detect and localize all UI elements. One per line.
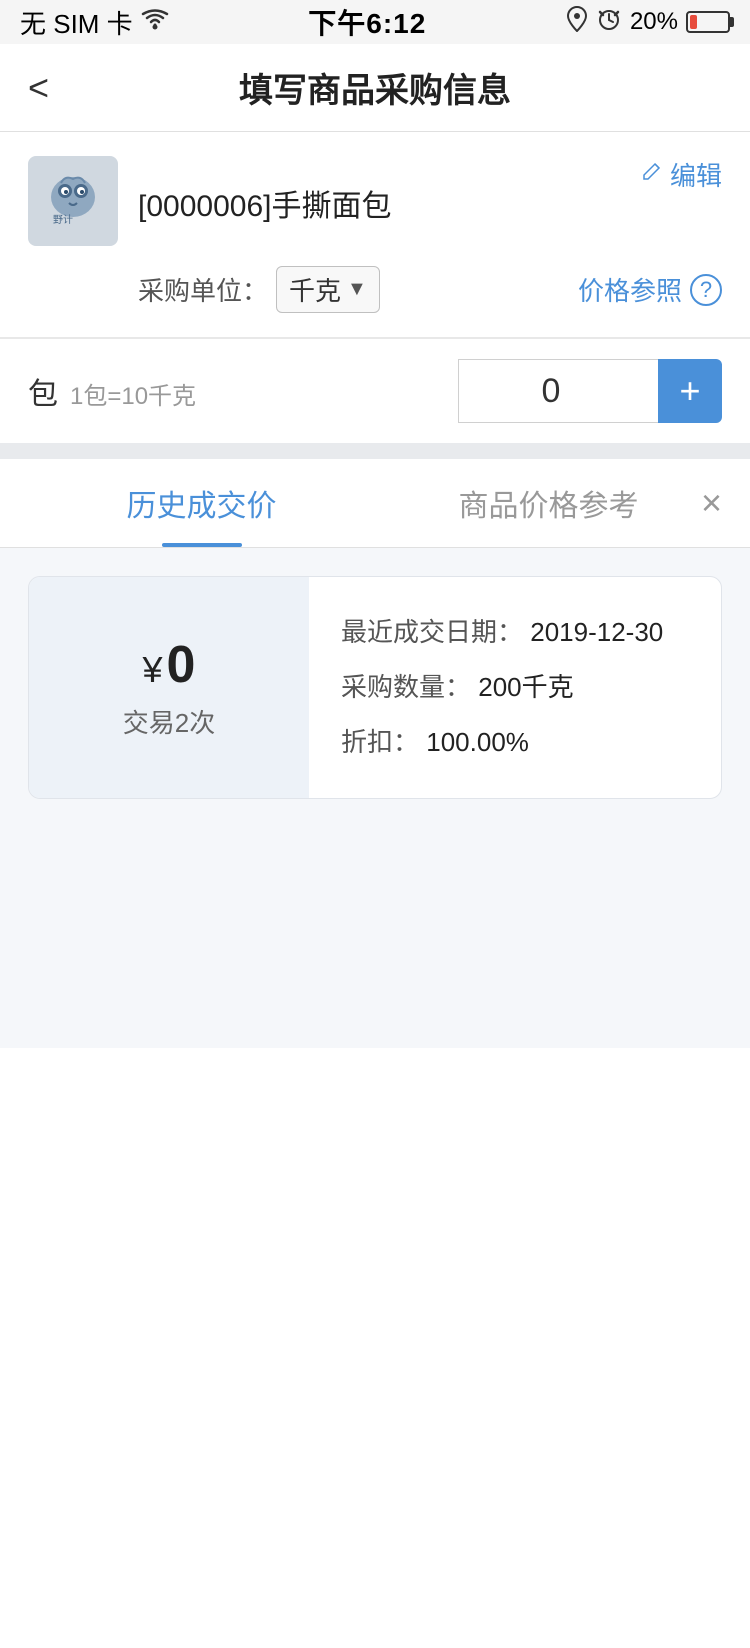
alarm-icon — [596, 6, 622, 39]
history-details: 最近成交日期： 2019-12-30 采购数量： 200千克 折扣： 100.0… — [309, 577, 721, 798]
purchase-qty-label: 采购数量： — [341, 672, 471, 702]
wifi-icon — [141, 7, 169, 38]
discount-label: 折扣： — [341, 727, 419, 757]
back-button[interactable]: < — [28, 67, 49, 109]
recent-date-label: 最近成交日期： — [341, 617, 523, 647]
unit-select[interactable]: 千克 ▼ — [276, 266, 380, 313]
tab-history[interactable]: 历史成交价 — [28, 459, 375, 547]
recent-date-value: 2019-12-30 — [530, 617, 663, 647]
quantity-label: 包 1包=10千克 — [28, 369, 196, 413]
recent-date-row: 最近成交日期： 2019-12-30 — [341, 613, 689, 652]
price-ref-button[interactable]: 价格参照 ? — [578, 271, 722, 308]
unit-label: 采购单位： — [138, 271, 268, 308]
quantity-input-group: + — [458, 359, 722, 423]
battery-icon — [686, 11, 730, 33]
status-right: 20% — [566, 6, 730, 39]
location-icon — [566, 6, 588, 39]
unit-selector-group: 采购单位： 千克 ▼ — [138, 266, 380, 313]
transaction-count: 交易2次 — [123, 703, 215, 740]
dropdown-arrow-icon: ▼ — [347, 278, 367, 301]
quantity-input[interactable] — [458, 359, 658, 423]
unit-value: 千克 — [289, 271, 341, 308]
price-value: 0 — [167, 635, 196, 695]
price-ref-label: 价格参照 — [578, 271, 682, 308]
purchase-qty-row: 采购数量： 200千克 — [341, 668, 689, 707]
tab-history-label: 历史成交价 — [127, 481, 277, 525]
tab-active-indicator — [162, 543, 242, 547]
discount-value: 100.00% — [426, 727, 529, 757]
quantity-conversion: 1包=10千克 — [70, 376, 196, 411]
status-left: 无 SIM 卡 — [20, 4, 169, 41]
status-bar: 无 SIM 卡 下午6:12 20 — [0, 0, 750, 44]
quantity-plus-button[interactable]: + — [658, 359, 722, 423]
svg-text:野计: 野计 — [53, 213, 73, 225]
history-price-section: ¥ 0 交易2次 — [29, 577, 309, 798]
discount-row: 折扣： 100.00% — [341, 723, 689, 762]
product-unit-row: 采购单位： 千克 ▼ 价格参照 ? — [28, 266, 722, 313]
bottom-area — [0, 1048, 750, 1648]
help-icon: ? — [690, 274, 722, 306]
price-currency: ¥ — [143, 649, 163, 691]
carrier-text: 无 SIM 卡 — [20, 4, 133, 41]
price-display: ¥ 0 — [143, 635, 196, 695]
edit-button[interactable]: 编辑 — [640, 156, 722, 193]
history-content: ¥ 0 交易2次 最近成交日期： 2019-12-30 采购数量： 200千克 … — [0, 548, 750, 1048]
purchase-qty-value: 200千克 — [478, 672, 573, 702]
tab-reference-label: 商品价格参考 — [459, 481, 639, 525]
edit-label: 编辑 — [670, 156, 722, 193]
tab-reference[interactable]: 商品价格参考 — [375, 459, 722, 547]
battery-percent: 20% — [630, 8, 678, 36]
product-logo: 野计 — [28, 156, 118, 246]
nav-bar: < 填写商品采购信息 — [0, 44, 750, 132]
status-time: 下午6:12 — [308, 2, 426, 42]
tab-bar: 历史成交价 商品价格参考 × — [0, 459, 750, 548]
page-title: 填写商品采购信息 — [239, 63, 511, 112]
product-header: 野计 [0000006]手撕面包 编辑 — [28, 156, 722, 246]
history-card: ¥ 0 交易2次 最近成交日期： 2019-12-30 采购数量： 200千克 … — [28, 576, 722, 799]
tab-close-button[interactable]: × — [701, 482, 722, 524]
edit-icon — [640, 159, 664, 190]
product-left: 野计 [0000006]手撕面包 — [28, 156, 391, 246]
quantity-section: 包 1包=10千克 + — [0, 338, 750, 443]
quantity-unit: 包 — [28, 369, 58, 413]
product-card: 野计 [0000006]手撕面包 编辑 采购单位： 千克 ▼ — [0, 132, 750, 338]
product-name: [0000006]手撕面包 — [138, 177, 391, 225]
logo-icon: 野计 — [43, 165, 103, 237]
section-divider — [0, 443, 750, 459]
